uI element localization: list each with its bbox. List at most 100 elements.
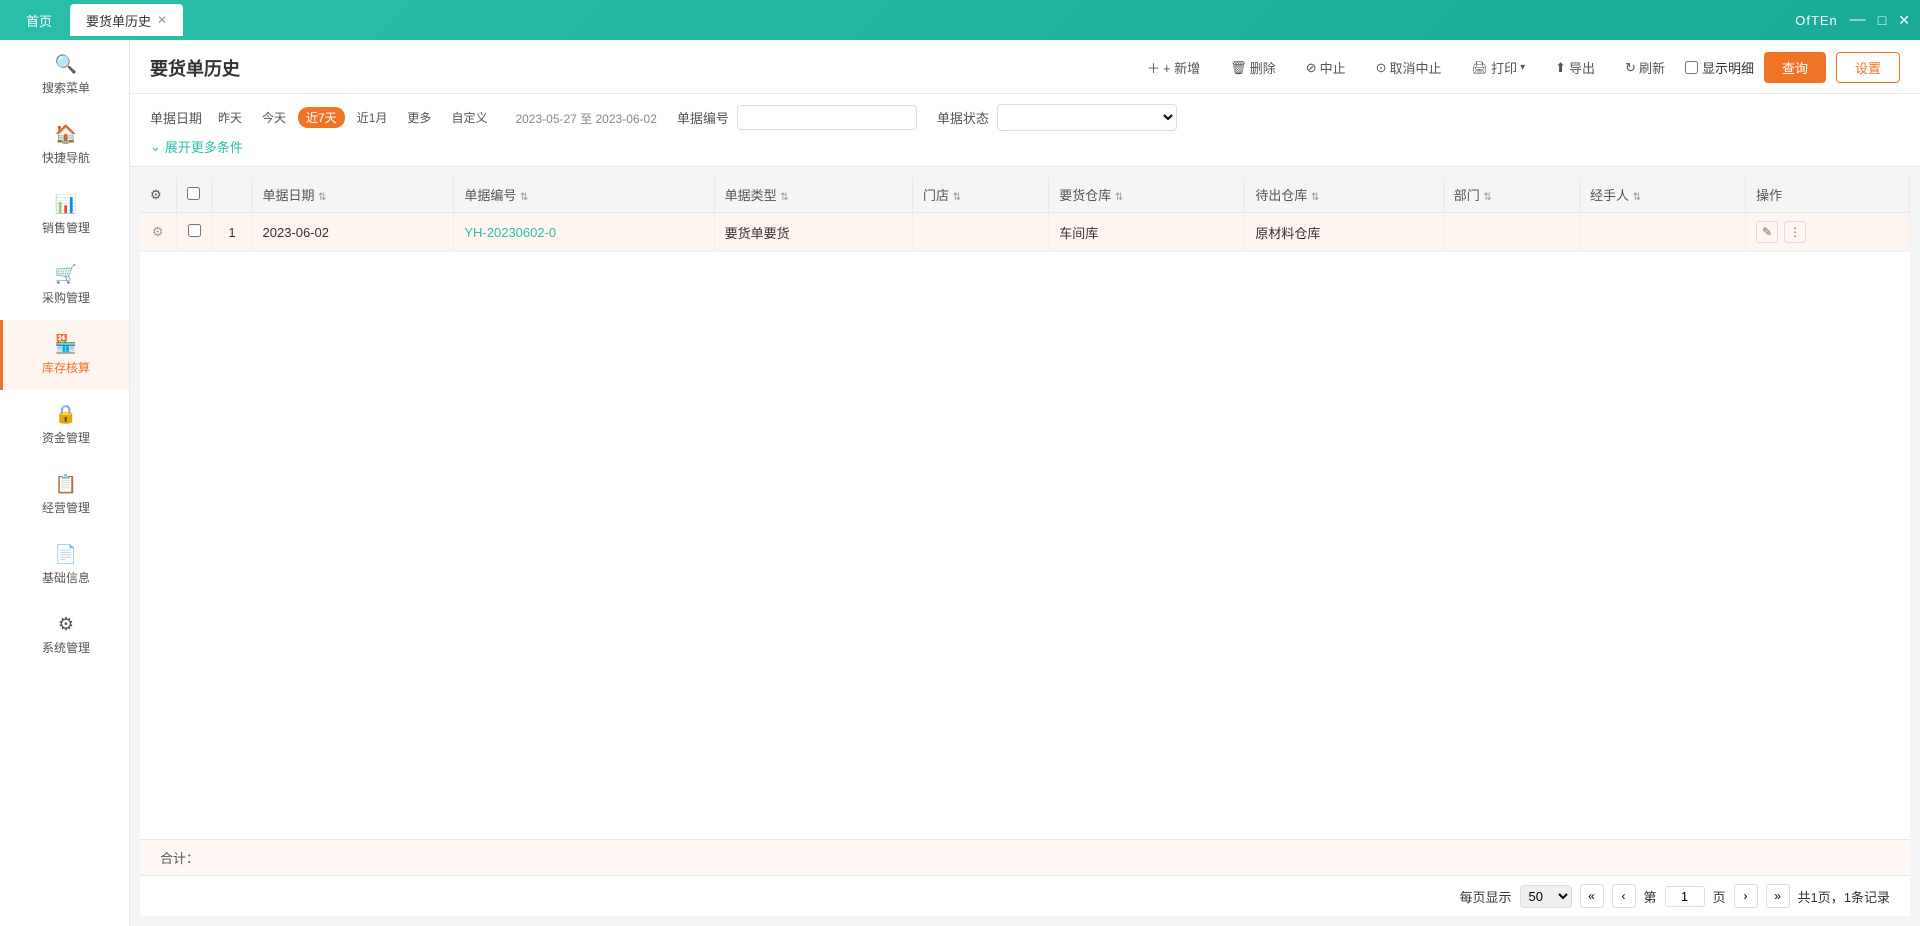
row-more-icon[interactable]: ⋮: [1784, 221, 1806, 243]
close-window-icon[interactable]: ✕: [1898, 12, 1910, 29]
expand-more-btn[interactable]: ⌄ 展开更多条件: [150, 137, 1900, 156]
col-store-label: 门店: [923, 188, 949, 203]
cancel-stop-button[interactable]: ⊙ 取消中止: [1366, 53, 1452, 82]
row-pending-warehouse: 原材料仓库: [1245, 213, 1443, 252]
col-store-sort-icon[interactable]: ⇅: [953, 192, 961, 203]
sidebar-item-basic-info-label: 基础信息: [42, 569, 90, 586]
row-checkbox[interactable]: [176, 213, 212, 252]
table-footer: 合计：: [140, 839, 1910, 875]
custom-shortcut[interactable]: 自定义: [443, 107, 495, 128]
more-shortcut[interactable]: 更多: [399, 107, 439, 128]
expand-more-icon: ⌄: [150, 139, 161, 155]
col-no[interactable]: 单据编号 ⇅: [454, 177, 714, 213]
col-pending-warehouse-label: 待出仓库: [1255, 188, 1307, 203]
tab-close-icon[interactable]: ✕: [157, 13, 167, 27]
col-pending-warehouse[interactable]: 待出仓库 ⇅: [1245, 177, 1443, 213]
page-num-input[interactable]: [1665, 886, 1705, 907]
sidebar-item-basic-info[interactable]: 📄 基础信息: [0, 530, 129, 600]
filter-area: 单据日期 昨天 今天 近7天 近1月 更多 自定义 2023-05-27 至 2…: [130, 94, 1920, 167]
cancel-stop-icon: ⊙: [1376, 60, 1387, 76]
sidebar-item-sales-mgmt[interactable]: 📊 销售管理: [0, 180, 129, 250]
col-date[interactable]: 单据日期 ⇅: [252, 177, 454, 213]
last-page-btn[interactable]: »: [1766, 884, 1790, 908]
row-settings[interactable]: ⚙: [140, 213, 176, 252]
maximize-icon[interactable]: □: [1878, 12, 1886, 28]
select-all-checkbox[interactable]: [187, 187, 200, 200]
row-department: [1443, 213, 1579, 252]
brand-label: OfTEn: [1795, 13, 1838, 28]
tab-home-label: 首页: [26, 11, 52, 30]
col-date-sort-icon[interactable]: ⇅: [318, 192, 326, 203]
today-shortcut[interactable]: 今天: [254, 107, 294, 128]
status-select[interactable]: [997, 104, 1177, 131]
filter-row-1: 单据日期 昨天 今天 近7天 近1月 更多 自定义 2023-05-27 至 2…: [150, 104, 1900, 131]
sidebar-item-quick-nav[interactable]: 🏠 快捷导航: [0, 110, 129, 180]
sidebar-item-finance-mgmt[interactable]: 🔒 资金管理: [0, 390, 129, 460]
tab-home[interactable]: 首页: [10, 4, 68, 36]
cancel-stop-label: 取消中止: [1390, 58, 1442, 77]
sidebar-item-search-menu[interactable]: 🔍 搜索菜单: [0, 40, 129, 110]
col-handler-sort-icon[interactable]: ⇅: [1633, 192, 1641, 203]
first-page-btn[interactable]: «: [1580, 884, 1604, 908]
finance-mgmt-icon: 🔒: [55, 404, 77, 425]
col-checkbox[interactable]: [176, 177, 212, 213]
prev-page-btn[interactable]: ‹: [1612, 884, 1636, 908]
sidebar-item-system-mgmt[interactable]: ⚙ 系统管理: [0, 600, 129, 670]
col-handler[interactable]: 经手人 ⇅: [1579, 177, 1745, 213]
col-store[interactable]: 门店 ⇅: [913, 177, 1049, 213]
col-type[interactable]: 单据类型 ⇅: [714, 177, 912, 213]
show-detail-checkbox[interactable]: [1685, 61, 1698, 74]
export-label: 导出: [1569, 58, 1595, 77]
summary-label: 合计：: [160, 851, 199, 866]
sidebar-item-search-menu-label: 搜索菜单: [42, 79, 90, 96]
col-action: 操作: [1746, 177, 1910, 213]
goto-label: 第: [1644, 887, 1657, 906]
query-button[interactable]: 查询: [1764, 52, 1826, 83]
refresh-button[interactable]: ↻ 刷新: [1615, 53, 1675, 82]
row-no-link[interactable]: YH-20230602-0: [464, 225, 556, 240]
minimize-icon[interactable]: —: [1850, 11, 1866, 29]
col-department-sort-icon[interactable]: ⇅: [1483, 192, 1491, 203]
tab-order-history[interactable]: 要货单历史 ✕: [70, 4, 183, 36]
row-no[interactable]: YH-20230602-0: [454, 213, 714, 252]
last7days-shortcut[interactable]: 近7天: [298, 107, 345, 128]
delete-button[interactable]: 🗑 删除: [1220, 53, 1286, 82]
new-button[interactable]: ＋ + 新增: [1137, 53, 1210, 82]
settings-button[interactable]: 设置: [1836, 52, 1900, 83]
row-select-checkbox[interactable]: [188, 224, 201, 237]
col-settings[interactable]: ⚙: [140, 177, 176, 213]
top-tabs: 首页 要货单历史 ✕: [10, 0, 183, 40]
col-req-warehouse[interactable]: 要货仓库 ⇅: [1049, 177, 1245, 213]
new-label: + 新增: [1163, 58, 1200, 77]
page-size-select[interactable]: 20 50 100 200: [1520, 885, 1572, 908]
yesterday-shortcut[interactable]: 昨天: [210, 107, 250, 128]
top-bar-right: OfTEn — □ ✕: [1795, 11, 1910, 29]
goto-suffix: 页: [1713, 887, 1726, 906]
sidebar-item-purchase-mgmt[interactable]: 🛒 采购管理: [0, 250, 129, 320]
page-title-row: 要货单历史 ＋ + 新增 🗑 删除 ⊘ 中止 ⊙: [150, 52, 1900, 83]
data-table: ⚙ 单据日期 ⇅ 单据编号 ⇅ 单据类型 ⇅: [140, 177, 1910, 252]
col-pending-warehouse-sort-icon[interactable]: ⇅: [1311, 192, 1319, 203]
sidebar-item-finance-mgmt-label: 资金管理: [42, 429, 90, 446]
print-button[interactable]: 🖨 打印 ▾: [1462, 53, 1536, 82]
last1month-shortcut[interactable]: 近1月: [349, 107, 396, 128]
date-filter-label: 单据日期: [150, 108, 202, 127]
row-edit-icon[interactable]: ✎: [1756, 221, 1778, 243]
sidebar-item-inventory-mgmt[interactable]: 🏪 库存核算: [0, 320, 129, 390]
stop-button[interactable]: ⊘ 中止: [1296, 53, 1356, 82]
col-req-warehouse-sort-icon[interactable]: ⇅: [1115, 192, 1123, 203]
print-dropdown-icon: ▾: [1520, 62, 1525, 73]
order-no-input[interactable]: [737, 105, 917, 130]
show-detail-checkbox-label[interactable]: 显示明细: [1685, 58, 1754, 77]
col-department[interactable]: 部门 ⇅: [1443, 177, 1579, 213]
sales-mgmt-icon: 📊: [55, 194, 77, 215]
col-type-sort-icon[interactable]: ⇅: [780, 192, 788, 203]
main-layout: 🔍 搜索菜单 🏠 快捷导航 📊 销售管理 🛒 采购管理 🏪 库存核算 🔒 资金管…: [0, 40, 1920, 926]
export-button[interactable]: ⬆ 导出: [1545, 53, 1605, 82]
search-menu-icon: 🔍: [55, 54, 77, 75]
sidebar-item-operations-mgmt[interactable]: 📋 经营管理: [0, 460, 129, 530]
content-area: 要货单历史 ＋ + 新增 🗑 删除 ⊘ 中止 ⊙: [130, 40, 1920, 926]
row-handler: [1579, 213, 1745, 252]
next-page-btn[interactable]: ›: [1734, 884, 1758, 908]
col-no-sort-icon[interactable]: ⇅: [520, 192, 528, 203]
